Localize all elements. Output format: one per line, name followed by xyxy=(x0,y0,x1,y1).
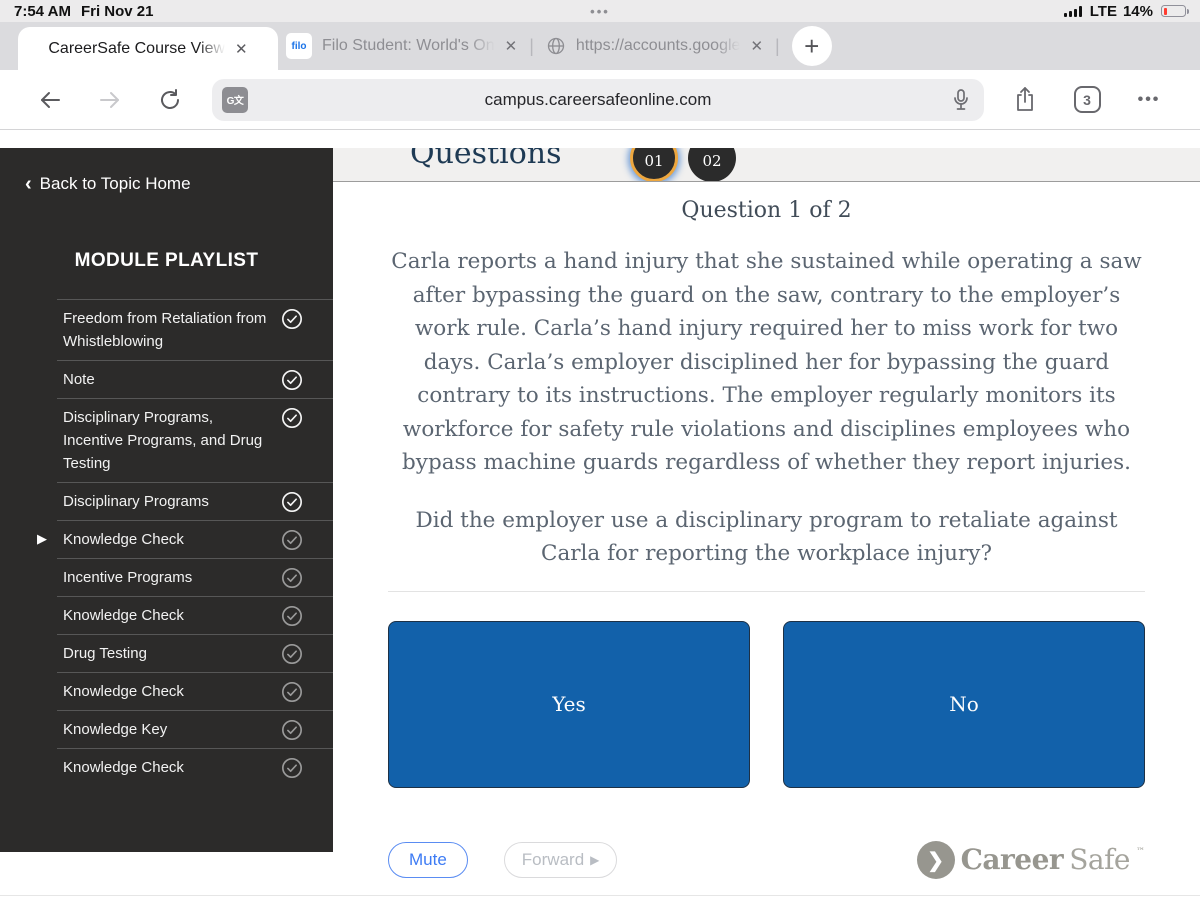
tab-bar: CareerSafe Course View ✕ filo Filo Stude… xyxy=(0,22,1200,70)
check-circle-icon xyxy=(282,530,302,550)
playlist-title: MODULE PLAYLIST xyxy=(74,250,259,271)
close-tab-icon[interactable]: ✕ xyxy=(235,40,248,58)
playlist-item-current[interactable]: ▶ Knowledge Check xyxy=(0,520,333,558)
play-icon: ▶ xyxy=(590,852,600,867)
brand-trademark: ™ xyxy=(1136,846,1145,857)
careersafe-logo: ❯ Career Safe ™ xyxy=(916,840,1145,879)
playlist-item[interactable]: Incentive Programs xyxy=(0,558,333,596)
questions-header: Questions 01 02 xyxy=(333,148,1200,182)
date: Fri Nov 21 xyxy=(80,2,154,20)
playlist-item-label: Knowledge Key xyxy=(63,721,168,738)
tab-count: 3 xyxy=(1073,86,1101,113)
tab-careersafe[interactable]: CareerSafe Course View ✕ xyxy=(18,27,278,70)
check-circle-icon xyxy=(282,758,302,778)
page-bottom-divider xyxy=(0,895,1200,896)
playlist-item-label: Knowledge Check xyxy=(63,607,184,624)
playlist-item-label: Knowledge Check xyxy=(63,759,184,776)
tab-filo[interactable]: filo Filo Student: World's On ✕ xyxy=(286,33,517,59)
browser-toolbar: G文 campus.careersafeonline.com 3 ••• xyxy=(0,70,1200,130)
tab-title: https://accounts.google xyxy=(575,37,741,54)
back-link-label: Back to Topic Home xyxy=(39,174,191,193)
back-to-topic-home-link[interactable]: ‹ Back to Topic Home xyxy=(0,148,333,194)
tab-title: CareerSafe Course View xyxy=(48,39,226,57)
check-circle-icon xyxy=(282,606,302,626)
question-scenario-text: Carla reports a hand injury that she sus… xyxy=(391,249,1142,475)
playlist-item-label: Note xyxy=(63,371,95,388)
playlist-item[interactable]: Drug Testing xyxy=(0,634,333,672)
mute-button[interactable]: Mute xyxy=(388,841,468,878)
divider xyxy=(388,590,1145,592)
check-circle-icon xyxy=(282,309,302,329)
question-panel: Questions 01 02 Question 1 of 2 Carla re… xyxy=(333,148,1200,882)
playlist-item-label: Knowledge Check xyxy=(63,683,184,700)
module-sidebar: ‹ Back to Topic Home MODULE PLAYLIST Fre… xyxy=(0,148,333,852)
play-marker-icon: ▶ xyxy=(37,531,47,546)
forward-button[interactable] xyxy=(80,88,140,112)
share-button[interactable] xyxy=(994,86,1056,114)
playlist-item-label: Knowledge Check xyxy=(63,531,184,548)
question-1-nav-circle[interactable]: 01 xyxy=(630,148,678,181)
current-url: campus.careersafeonline.com xyxy=(484,89,712,109)
question-prompt-text: Did the employer use a disciplinary prog… xyxy=(415,507,1118,567)
questions-title: Questions xyxy=(410,148,562,171)
tab-title: Filo Student: World's On xyxy=(322,37,495,54)
playlist-item[interactable]: Disciplinary Programs, Incentive Program… xyxy=(0,398,333,482)
microphone-icon[interactable] xyxy=(952,88,970,117)
module-playlist: Freedom from Retaliation from Whistleblo… xyxy=(0,299,333,786)
battery-icon xyxy=(1161,5,1189,17)
playlist-item[interactable]: Disciplinary Programs xyxy=(0,482,333,520)
check-circle-icon xyxy=(282,682,302,702)
playlist-item[interactable]: Knowledge Key xyxy=(0,710,333,748)
playlist-item[interactable]: Note xyxy=(0,360,333,398)
close-tab-icon[interactable]: ✕ xyxy=(750,37,763,55)
network-type: LTE xyxy=(1089,2,1117,20)
answer-no-button[interactable]: No xyxy=(783,620,1145,788)
address-bar[interactable]: G文 campus.careersafeonline.com xyxy=(212,78,984,121)
question-counter: Question 1 of 2 xyxy=(681,198,852,223)
check-circle-icon xyxy=(282,408,302,428)
check-circle-icon xyxy=(282,370,302,390)
playlist-item-label: Freedom from Retaliation from Whistleblo… xyxy=(63,310,267,350)
back-button[interactable] xyxy=(20,88,80,112)
playlist-item-label: Disciplinary Programs xyxy=(63,493,209,510)
tabs-overview-button[interactable]: 3 xyxy=(1056,86,1118,113)
check-circle-icon xyxy=(282,720,302,740)
clock: 7:54 AM xyxy=(14,2,71,20)
playlist-item[interactable]: Freedom from Retaliation from Whistleblo… xyxy=(0,299,333,360)
translate-icon[interactable]: G文 xyxy=(222,86,248,113)
question-2-nav-circle[interactable]: 02 xyxy=(688,148,736,181)
playlist-item-label: Drug Testing xyxy=(63,645,147,662)
check-circle-icon xyxy=(282,644,302,664)
close-tab-icon[interactable]: ✕ xyxy=(505,37,518,55)
new-tab-button[interactable]: + xyxy=(791,26,832,66)
more-menu-button[interactable]: ••• xyxy=(1118,91,1180,109)
brand-text-career: Career xyxy=(960,843,1064,876)
cellular-signal-icon xyxy=(1063,5,1082,17)
tab-separator: | xyxy=(775,35,780,56)
playlist-item-label: Disciplinary Programs, Incentive Program… xyxy=(63,409,263,472)
multitasking-dots-icon[interactable]: ••• xyxy=(374,4,826,19)
tab-google-accounts[interactable]: https://accounts.google ✕ xyxy=(546,36,763,56)
globe-icon xyxy=(547,37,565,55)
answer-yes-button[interactable]: Yes xyxy=(388,620,750,788)
reload-button[interactable] xyxy=(140,88,200,112)
tab-separator: | xyxy=(529,35,534,56)
check-circle-icon xyxy=(282,492,302,512)
careersafe-chevron-icon: ❯ xyxy=(916,840,955,879)
playlist-item[interactable]: Knowledge Check xyxy=(0,672,333,710)
brand-text-safe: Safe xyxy=(1069,843,1130,876)
battery-percent: 14% xyxy=(1122,2,1153,20)
check-circle-icon xyxy=(282,568,302,588)
forward-button[interactable]: Forward ▶ xyxy=(503,841,618,878)
forward-label: Forward xyxy=(521,849,585,869)
playlist-item-label: Incentive Programs xyxy=(63,569,193,586)
chevron-left-icon: ‹ xyxy=(25,173,32,195)
playlist-item[interactable]: Knowledge Check xyxy=(0,596,333,634)
playlist-item[interactable]: Knowledge Check xyxy=(0,748,333,786)
filo-favicon: filo xyxy=(286,33,312,59)
web-content: ‹ Back to Topic Home MODULE PLAYLIST Fre… xyxy=(0,130,1200,900)
status-bar: 7:54 AM Fri Nov 21 ••• LTE 14% xyxy=(0,0,1200,22)
